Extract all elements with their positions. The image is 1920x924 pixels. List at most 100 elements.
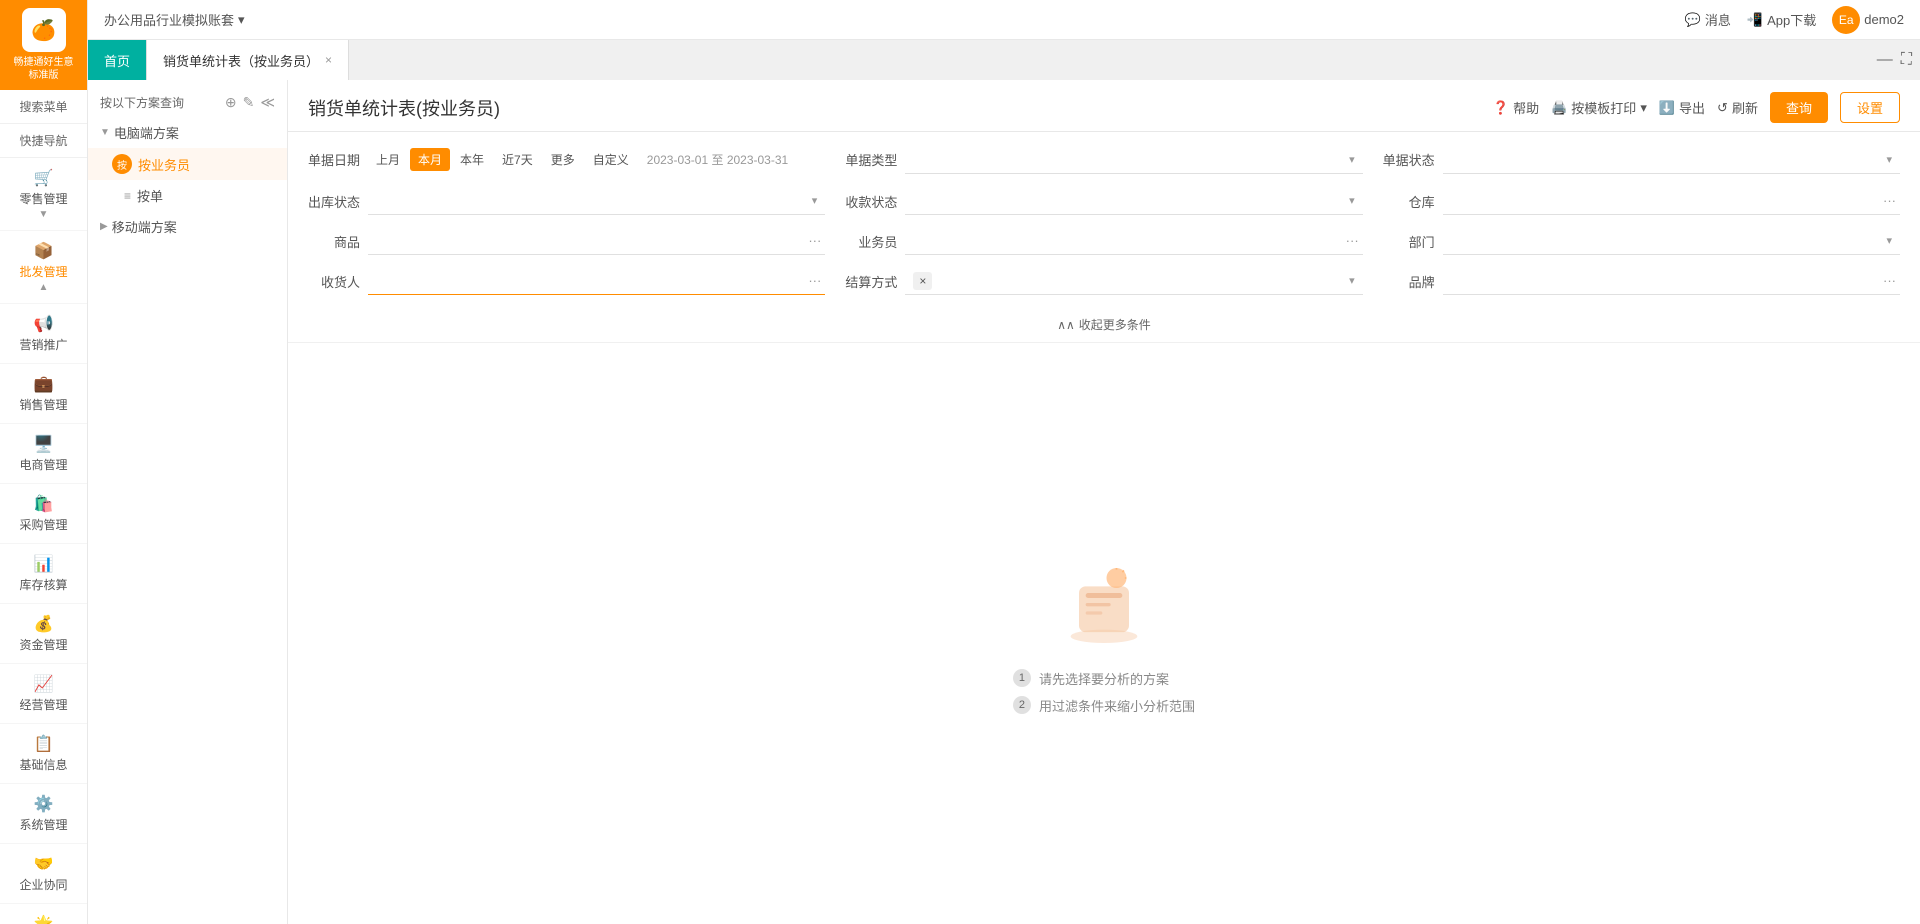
sidebar-item-label: 经营管理	[19, 696, 67, 713]
tab-minimize-btn[interactable]: —	[1877, 51, 1893, 69]
filter-col-brand: 品牌 ···	[1383, 267, 1900, 295]
sidebar-item-inventory[interactable]: 📊 库存核算	[0, 544, 87, 604]
page-header-top: 销货单统计表(按业务员) ❓ 帮助 🖨️ 按模板打印 ▾ ⬇️	[308, 92, 1900, 123]
export-btn[interactable]: ⬇️ 导出	[1659, 98, 1705, 117]
print-icon: 🖨️	[1551, 100, 1567, 116]
product-field[interactable]: ···	[368, 227, 825, 255]
mobile-scheme-group-header[interactable]: ▶ 移动端方案	[88, 211, 287, 242]
template-print-label: 按模板打印	[1571, 98, 1636, 117]
sidebar-item-system[interactable]: ⚙️ 系统管理	[0, 784, 87, 844]
sidebar-item-sales[interactable]: 💼 销售管理	[0, 364, 87, 424]
query-btn[interactable]: 查询	[1770, 92, 1828, 123]
user-profile[interactable]: Ea demo2	[1832, 6, 1904, 34]
scheme-item-salesperson[interactable]: 按 按业务员	[88, 148, 287, 180]
system-icon: ⚙️	[34, 794, 54, 814]
message-btn[interactable]: 💬 消息	[1685, 10, 1731, 29]
collapse-btn[interactable]: ∧∧ 收起更多条件	[1045, 313, 1163, 336]
breadcrumb-text: 办公用品行业模拟账套	[104, 10, 234, 29]
sidebar-search[interactable]: 搜索菜单	[0, 90, 87, 124]
sidebar-item-enterprise[interactable]: 🤝 企业协同	[0, 844, 87, 904]
payment-select[interactable]: ▾	[905, 187, 1362, 215]
pc-scheme-group-header[interactable]: ▼ 电脑端方案	[88, 117, 287, 148]
date-field: 上月 本月 本年 近7天 更多 自定义 2023-03-01 至 2023-03…	[368, 144, 825, 175]
logo-text: 畅捷通好生意 标准版	[14, 56, 74, 82]
main-area: 办公用品行业模拟账套 ▾ 💬 消息 📲 App下载 Ea demo2 首页 销货…	[88, 0, 1920, 924]
sidebar-quicknav[interactable]: 快捷导航	[0, 124, 87, 158]
help-label: 帮助	[1513, 98, 1539, 117]
filter-row-1: 单据日期 上月 本月 本年 近7天 更多 自定义 2023-03-01 至 20…	[308, 144, 1900, 175]
help-btn[interactable]: ❓ 帮助	[1493, 98, 1539, 117]
order-type-arrow: ▾	[1349, 153, 1355, 166]
salesperson-field[interactable]: ···	[905, 227, 1362, 255]
settlement-tag: ×	[913, 272, 932, 290]
template-print-btn[interactable]: 🖨️ 按模板打印 ▾	[1551, 98, 1647, 117]
date-btn-this-month[interactable]: 本月	[410, 148, 450, 171]
purchase-icon: 🛍️	[34, 494, 54, 514]
tab-close-btn[interactable]: ×	[325, 53, 332, 67]
wholesale-icon: 📦	[34, 241, 54, 261]
receiver-field[interactable]: ···	[368, 267, 825, 295]
order-type-select[interactable]: ▾	[905, 146, 1362, 174]
sidebar-item-label: 营销推广	[19, 336, 67, 353]
sales-stat-tab-label: 销货单统计表（按业务员）	[163, 51, 319, 70]
outbound-select[interactable]: ▾	[368, 187, 825, 215]
date-btn-more[interactable]: 更多	[543, 148, 583, 171]
tab-sales-stat[interactable]: 销货单统计表（按业务员） ×	[147, 40, 349, 80]
collapse-bar: ∧∧ 收起更多条件	[288, 307, 1920, 343]
filter-area: 单据日期 上月 本月 本年 近7天 更多 自定义 2023-03-01 至 20…	[288, 132, 1920, 307]
sidebar-item-finance[interactable]: 💰 资金管理	[0, 604, 87, 664]
date-btn-7days[interactable]: 近7天	[494, 148, 541, 171]
sidebar-item-purchase[interactable]: 🛍️ 采购管理	[0, 484, 87, 544]
order-status-select[interactable]: ▾	[1443, 146, 1900, 174]
product-dots[interactable]: ···	[804, 233, 825, 248]
mobile-group-label: 移动端方案	[112, 217, 177, 236]
sidebar-item-retail[interactable]: 🛒 零售管理 ▼	[0, 158, 87, 231]
sidebar-item-marketing[interactable]: 📢 营销推广	[0, 304, 87, 364]
brand-field[interactable]: ···	[1443, 267, 1900, 295]
user-name: demo2	[1864, 12, 1904, 27]
sidebar-item-operations[interactable]: 📈 经营管理	[0, 664, 87, 724]
filter-col-payment: 收款状态 ▾	[845, 187, 1362, 215]
refresh-btn[interactable]: ↺ 刷新	[1717, 98, 1758, 117]
edit-scheme-icon[interactable]: ✎	[243, 94, 255, 111]
settlement-tag-close[interactable]: ×	[919, 274, 926, 288]
sidebar-item-wholesale[interactable]: 📦 批发管理 ▲	[0, 231, 87, 304]
warehouse-dots[interactable]: ···	[1879, 193, 1900, 208]
tab-maximize-btn[interactable]: ⛶	[1901, 51, 1912, 69]
brand-dots[interactable]: ···	[1879, 273, 1900, 288]
salesperson-dots[interactable]: ···	[1342, 233, 1363, 248]
receiver-dots[interactable]: ···	[804, 273, 825, 288]
tab-actions: — ⛶	[1869, 40, 1920, 80]
empty-illustration	[1054, 553, 1154, 653]
avatar: Ea	[1832, 6, 1860, 34]
enterprise-icon: 🤝	[34, 854, 54, 874]
scheme-item-order[interactable]: ≡ 按单	[88, 180, 287, 211]
left-panel-header: 按以下方案查询 ⊕ ✎ ≪	[88, 88, 287, 117]
outbound-label: 出库状态	[308, 192, 368, 211]
sidebar-item-newbie[interactable]: 🌟 新手引导	[0, 904, 87, 924]
tip-1-num: 1	[1013, 669, 1031, 687]
sidebar-logo[interactable]: 🍊 畅捷通好生意 标准版	[0, 0, 87, 90]
add-scheme-icon[interactable]: ⊕	[225, 94, 237, 111]
pc-scheme-group: ▼ 电脑端方案 按 按业务员 ≡ 按单	[88, 117, 287, 211]
sidebar-item-label: 零售管理	[19, 190, 67, 207]
payment-arrow: ▾	[1349, 194, 1355, 207]
settlement-select[interactable]: × ▾	[905, 267, 1362, 295]
settings-btn[interactable]: 设置	[1840, 92, 1900, 123]
app-download-btn[interactable]: 📲 App下载	[1747, 10, 1816, 29]
sidebar-item-ecommerce[interactable]: 🖥️ 电商管理	[0, 424, 87, 484]
sidebar-item-label: 电商管理	[19, 456, 67, 473]
date-btn-last-month[interactable]: 上月	[368, 148, 408, 171]
marketing-icon: 📢	[34, 314, 54, 334]
date-btn-custom[interactable]: 自定义	[585, 148, 637, 171]
filter-row-3: 商品 ··· 业务员 ··· 部门	[308, 227, 1900, 255]
date-btn-this-year[interactable]: 本年	[452, 148, 492, 171]
breadcrumb-dropdown[interactable]: 办公用品行业模拟账套 ▾	[104, 10, 245, 29]
sidebar-item-basic[interactable]: 📋 基础信息	[0, 724, 87, 784]
left-panel-title: 按以下方案查询	[100, 94, 184, 111]
export-icon: ⬇️	[1659, 100, 1675, 116]
warehouse-field[interactable]: ···	[1443, 187, 1900, 215]
collapse-panel-icon[interactable]: ≪	[260, 94, 275, 111]
department-select[interactable]: ▾	[1443, 227, 1900, 255]
tab-home[interactable]: 首页	[88, 40, 147, 80]
